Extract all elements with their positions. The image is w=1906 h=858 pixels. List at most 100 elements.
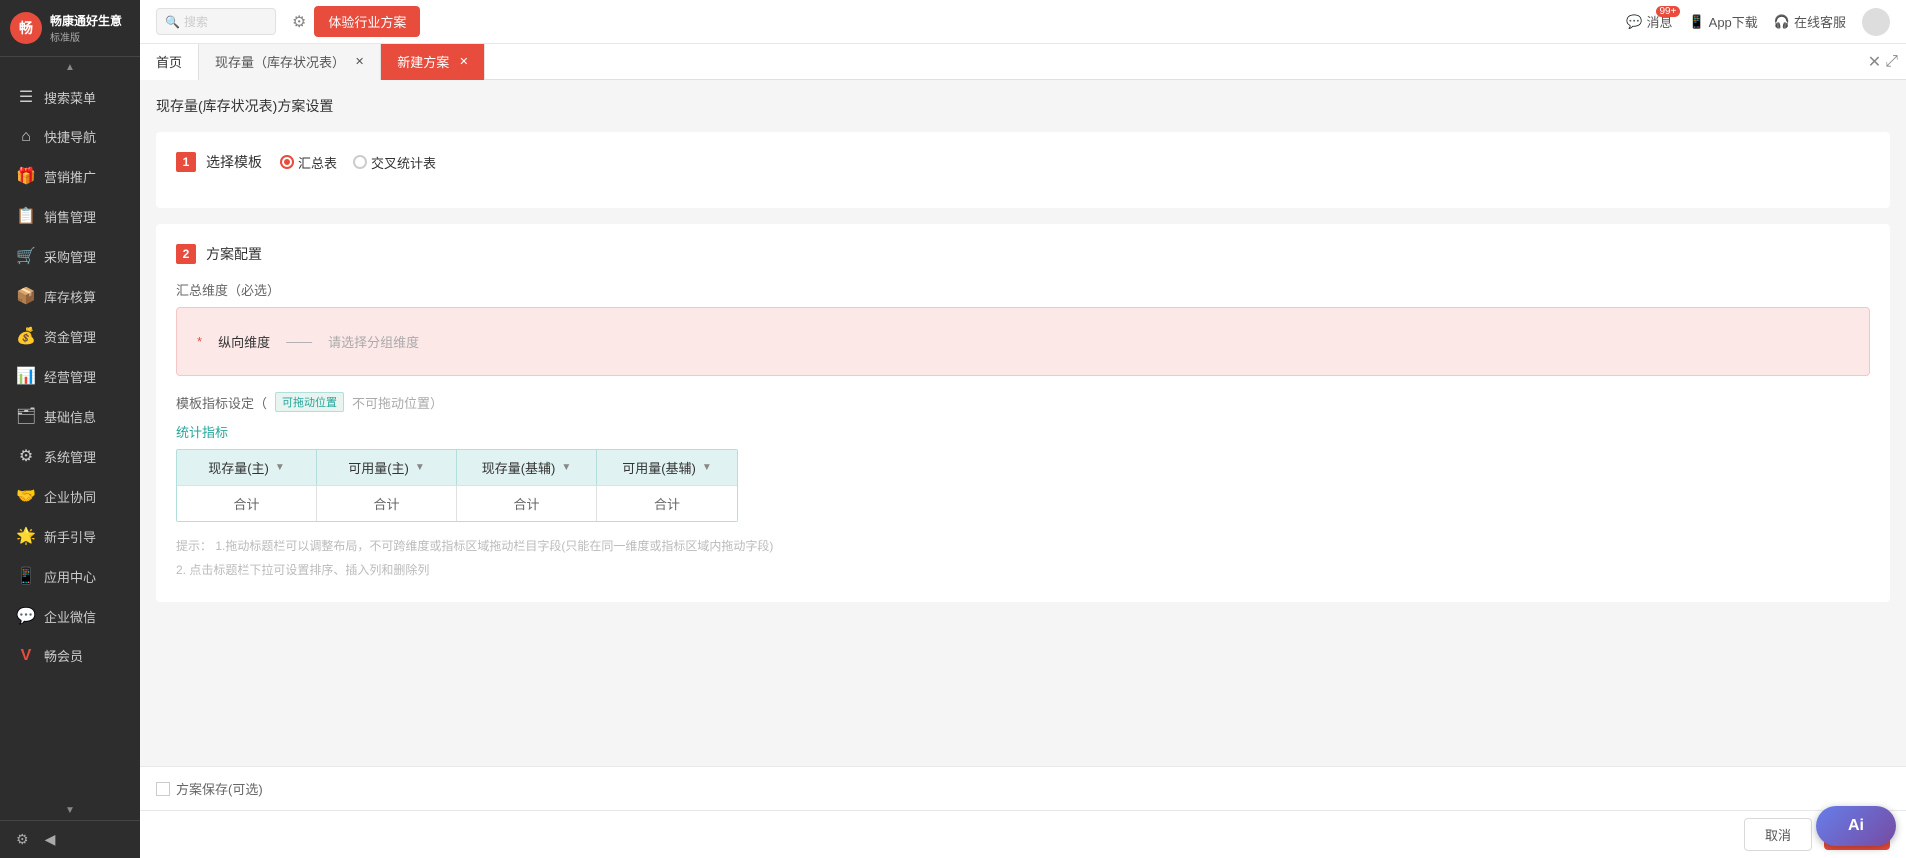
radio-summary[interactable]: 汇总表 [280,153,337,172]
main-area: 🔍 搜索 ⚙ 体验行业方案 💬 消息 99+ 📱 App下载 🎧 在线客服 [140,0,1906,858]
section2-number: 2 [176,244,196,264]
user-avatar[interactable] [1862,8,1890,36]
tabs-bar: 首页 现存量（库存状况表） ✕ 新建方案 ✕ ✕ ⤢ [140,44,1906,80]
search-icon: 🔍 [165,15,180,29]
footer: 取消 查询 [140,810,1906,858]
sidebar-item-app-center[interactable]: 📱 应用中心 [0,556,140,596]
service-icon: 🎧 [1774,14,1790,30]
sidebar-item-operations[interactable]: 📊 经营管理 [0,356,140,396]
dimension-selector-row[interactable]: * 纵向维度 —— 请选择分组维度 [176,307,1870,376]
chevron-col0: ▼ [275,462,285,473]
trial-button[interactable]: 体验行业方案 [314,6,420,37]
sidebar-item-newbie[interactable]: 🌟 新手引导 [0,516,140,556]
close-tab-action[interactable]: ✕ [1868,52,1881,72]
header-right: 💬 消息 99+ 📱 App下载 🎧 在线客服 [1626,8,1890,36]
tab-close-inventory[interactable]: ✕ [355,55,364,68]
marketing-icon: 🎁 [16,166,36,186]
sidebar-item-member[interactable]: V 畅会员 [0,636,140,675]
sidebar-item-finance[interactable]: 💰 资金管理 [0,316,140,356]
chevron-col1: ▼ [415,462,425,473]
message-badge: 99+ [1656,6,1681,17]
section2-label: 方案配置 [206,244,262,264]
tab-inventory-status[interactable]: 现存量（库存状况表） ✕ [199,44,381,80]
sidebar-item-wechat[interactable]: 💬 企业微信 [0,596,140,636]
stats-data-cell-1: 合计 [317,485,457,521]
metrics-setting-section: 模板指标设定（ 可拖动位置 不可拖动位置） 统计指标 现存量(主) ▼ [176,392,1870,522]
radio-cross[interactable]: 交叉统计表 [353,153,436,172]
app-download-button[interactable]: 📱 App下载 [1688,12,1757,31]
phone-icon: 📱 [1688,14,1704,30]
sidebar-item-cooperation[interactable]: 🤝 企业协同 [0,476,140,516]
draggable-badge: 可拖动位置 [275,392,344,412]
stats-table: 现存量(主) ▼ 可用量(主) ▼ 现存量(基辅) ▼ [176,449,738,522]
stats-data-cell-2: 合计 [457,485,597,521]
metrics-setting-label: 模板指标设定（ 可拖动位置 不可拖动位置） [176,392,1870,412]
fullscreen-tab-action[interactable]: ⤢ [1885,53,1898,71]
tab-new-plan[interactable]: 新建方案 ✕ [381,44,485,80]
stats-col-header-3[interactable]: 可用量(基辅) ▼ [597,450,737,485]
section-plan-config: 2 方案配置 汇总维度（必选） * 纵向维度 —— 请选择分组维度 模板指标设定… [156,224,1890,602]
ai-bubble[interactable]: Ai [1816,806,1896,846]
search-menu-icon: ☰ [16,87,36,107]
sales-icon: 📋 [16,206,36,226]
sidebar-scroll-up[interactable]: ▲ [0,57,140,77]
dimension-field-label: 汇总维度（必选） [176,280,1870,299]
wechat-icon: 💬 [16,606,36,626]
header: 🔍 搜索 ⚙ 体验行业方案 💬 消息 99+ 📱 App下载 🎧 在线客服 [140,0,1906,44]
cancel-button[interactable]: 取消 [1744,818,1812,851]
stats-col-header-1[interactable]: 可用量(主) ▼ [317,450,457,485]
sidebar: 畅 畅康通好生意 标准版 ▲ ☰ 搜索菜单 ⌂ 快捷导航 🎁 营销推广 📋 销售… [0,0,140,858]
sidebar-item-marketing[interactable]: 🎁 营销推广 [0,156,140,196]
sidebar-item-system[interactable]: ⚙ 系统管理 [0,436,140,476]
chevron-col3: ▼ [702,462,712,473]
settings-icon[interactable]: ⚙ [16,831,29,848]
member-icon: V [16,647,36,665]
tab-home[interactable]: 首页 [140,44,199,80]
header-search-box[interactable]: 🔍 搜索 [156,8,276,35]
radio-dot-summary [280,155,294,169]
save-row: 方案保存(可选) [140,766,1906,810]
section2-header: 2 方案配置 [176,244,1870,264]
stats-header-row: 现存量(主) ▼ 可用量(主) ▼ 现存量(基辅) ▼ [177,450,737,485]
stats-section: 统计指标 现存量(主) ▼ 可用量(主) ▼ [176,422,1870,522]
purchase-icon: 🛒 [16,246,36,266]
sidebar-item-inventory[interactable]: 📦 库存核算 [0,276,140,316]
app-center-icon: 📱 [16,566,36,586]
header-settings-icon[interactable]: ⚙ [292,12,306,32]
stats-data-cell-3: 合计 [597,485,737,521]
newbie-icon: 🌟 [16,526,36,546]
quick-nav-icon: ⌂ [16,128,36,146]
save-checkbox[interactable] [156,782,170,796]
message-icon: 💬 [1626,14,1642,30]
section-choose-template: 1 选择模板 汇总表 交叉统计表 [156,132,1890,208]
content-area: 现存量(库存状况表)方案设置 1 选择模板 汇总表 交叉统计表 [140,80,1906,766]
sidebar-item-purchase[interactable]: 🛒 采购管理 [0,236,140,276]
sidebar-logo-text: 畅康通好生意 标准版 [50,12,122,44]
save-label: 方案保存(可选) [176,779,263,798]
sidebar-item-sales[interactable]: 📋 销售管理 [0,196,140,236]
tab-close-new-plan[interactable]: ✕ [459,55,468,68]
chevron-col2: ▼ [561,462,571,473]
finance-icon: 💰 [16,326,36,346]
stats-col-header-0[interactable]: 现存量(主) ▼ [177,450,317,485]
stats-col-header-2[interactable]: 现存量(基辅) ▼ [457,450,597,485]
cooperation-icon: 🤝 [16,486,36,506]
stats-data-row: 合计 合计 合计 合计 [177,485,737,521]
messages-button[interactable]: 💬 消息 99+ [1626,12,1672,31]
system-icon: ⚙ [16,446,36,466]
stats-data-cell-0: 合计 [177,485,317,521]
online-service-button[interactable]: 🎧 在线客服 [1774,12,1846,31]
sidebar-item-basic-info[interactable]: 🗂 基础信息 [0,396,140,436]
section1-header: 1 选择模板 汇总表 交叉统计表 [176,152,1870,172]
sidebar-nav: ☰ 搜索菜单 ⌂ 快捷导航 🎁 营销推广 📋 销售管理 🛒 采购管理 📦 库存核… [0,77,140,800]
sidebar-item-search-menu[interactable]: ☰ 搜索菜单 [0,77,140,117]
app-logo-icon: 畅 [10,12,42,44]
sidebar-bottom: ⚙ ◀ [0,820,140,858]
section1-label: 选择模板 [206,152,262,172]
sidebar-item-quick-nav[interactable]: ⌂ 快捷导航 [0,117,140,156]
collapse-icon[interactable]: ◀ [45,831,56,848]
sidebar-scroll-down[interactable]: ▼ [0,800,140,820]
header-left: 🔍 搜索 ⚙ 体验行业方案 [156,6,420,37]
inventory-icon: 📦 [16,286,36,306]
page-title: 现存量(库存状况表)方案设置 [156,96,1890,116]
